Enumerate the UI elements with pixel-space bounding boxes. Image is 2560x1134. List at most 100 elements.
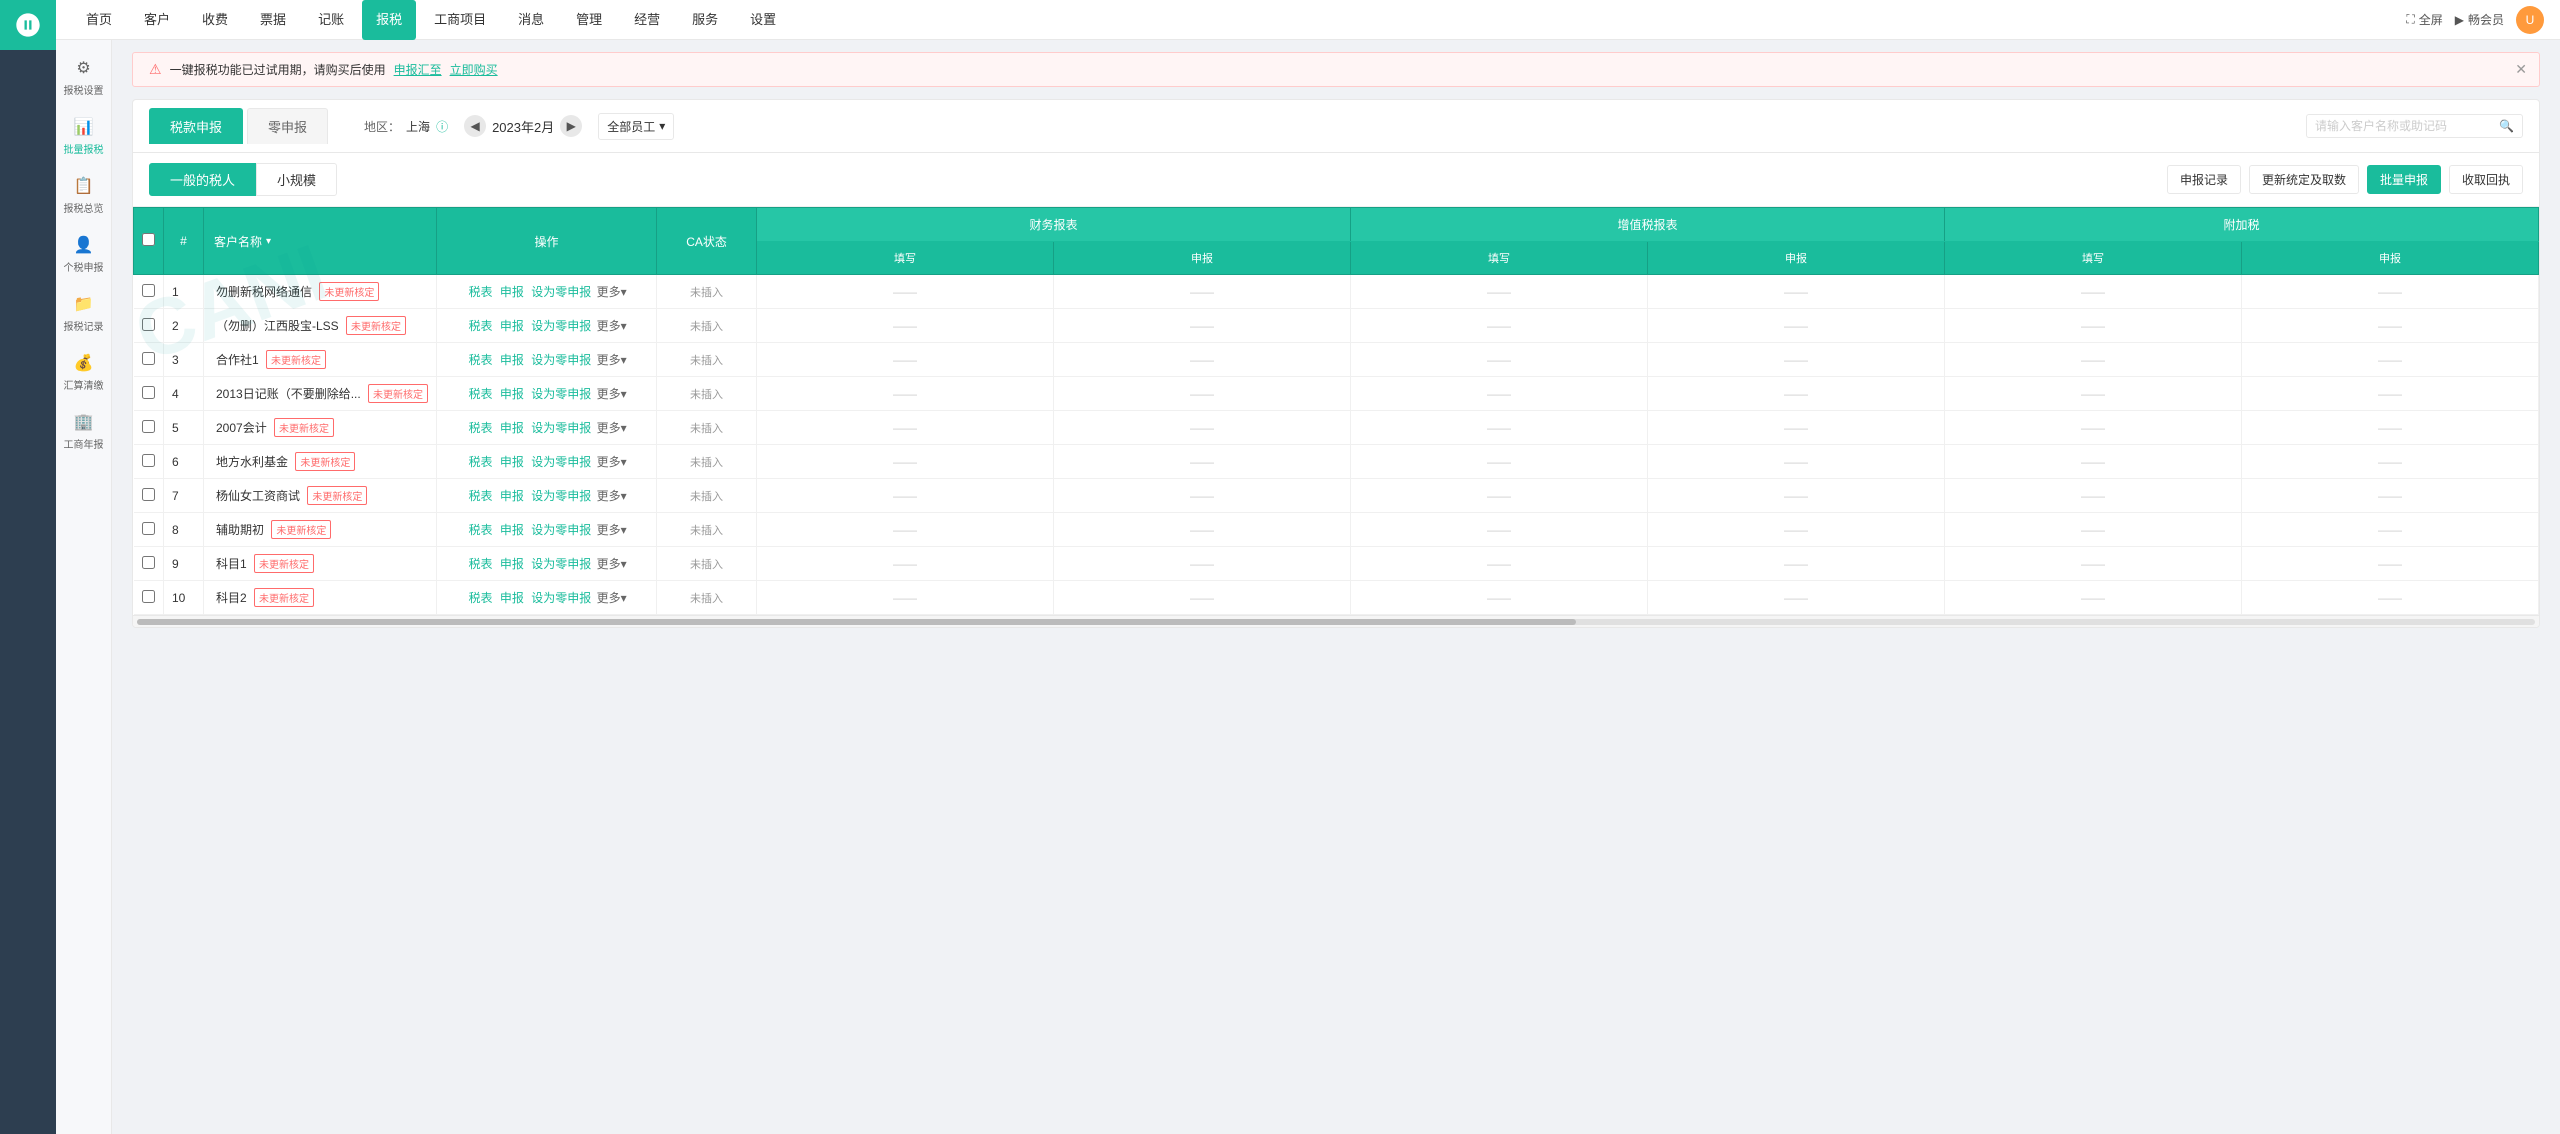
op-zero-7[interactable]: 设为零申报 xyxy=(531,523,591,537)
declare-summary-link[interactable]: 申报汇至 xyxy=(394,61,442,78)
op-zero-4[interactable]: 设为零申报 xyxy=(531,421,591,435)
row-checkbox-0[interactable] xyxy=(142,284,155,297)
op-zero-8[interactable]: 设为零申报 xyxy=(531,557,591,571)
op-taxform-7[interactable]: 税表 xyxy=(468,523,492,537)
tab-zero-declare[interactable]: 零申报 xyxy=(247,108,328,144)
sidebar-item-tax-overview[interactable]: 📋 报税总览 xyxy=(56,166,111,225)
op-more-6[interactable]: 更多▾ xyxy=(597,489,627,503)
nav-tax[interactable]: 报税 xyxy=(362,0,416,40)
op-taxform-5[interactable]: 税表 xyxy=(468,455,492,469)
search-icon[interactable]: 🔍 xyxy=(2499,119,2514,133)
row-checkbox-6[interactable] xyxy=(142,488,155,501)
buy-now-link[interactable]: 立即购买 xyxy=(450,61,498,78)
op-more-4[interactable]: 更多▾ xyxy=(597,421,627,435)
nav-message[interactable]: 消息 xyxy=(504,0,558,40)
row-checkbox-1[interactable] xyxy=(142,318,155,331)
table-row: 3 合作社1 未更新核定 税表 申报 设为零申报 更多▾ 未插入 —— —— —… xyxy=(134,343,2539,377)
nav-collect[interactable]: 收费 xyxy=(188,0,242,40)
op-taxform-0[interactable]: 税表 xyxy=(468,285,492,299)
nav-invoice[interactable]: 票据 xyxy=(246,0,300,40)
sidebar-item-tax-settings[interactable]: ⚙ 报税设置 xyxy=(56,48,111,107)
op-zero-2[interactable]: 设为零申报 xyxy=(531,353,591,367)
retrieve-back-button[interactable]: 收取回执 xyxy=(2449,165,2523,194)
op-declare-4[interactable]: 申报 xyxy=(500,421,524,435)
sidebar-item-tax-records[interactable]: 📁 报税记录 xyxy=(56,284,111,343)
type-tab-small[interactable]: 小规模 xyxy=(256,163,337,196)
nav-service[interactable]: 服务 xyxy=(678,0,732,40)
search-input[interactable] xyxy=(2315,119,2495,133)
op-zero-1[interactable]: 设为零申报 xyxy=(531,319,591,333)
nav-manage[interactable]: 管理 xyxy=(562,0,616,40)
op-zero-9[interactable]: 设为零申报 xyxy=(531,591,591,605)
row-checkbox-cell xyxy=(134,479,164,513)
op-taxform-8[interactable]: 税表 xyxy=(468,557,492,571)
sidebar-item-personal-tax[interactable]: 👤 个税申报 xyxy=(56,225,111,284)
update-stats-button[interactable]: 更新统定及取数 xyxy=(2249,165,2359,194)
banner-text: 一键报税功能已过试用期，请购买后使用 xyxy=(170,61,386,78)
op-declare-2[interactable]: 申报 xyxy=(500,353,524,367)
date-next-button[interactable]: ▶ xyxy=(560,115,582,137)
member-button[interactable]: ▶ 畅会员 xyxy=(2455,11,2504,28)
sidebar-item-calc-clear[interactable]: 💰 汇算清缴 xyxy=(56,343,111,402)
op-declare-0[interactable]: 申报 xyxy=(500,285,524,299)
sidebar-item-business-report[interactable]: 🏢 工商年报 xyxy=(56,402,111,461)
op-declare-7[interactable]: 申报 xyxy=(500,523,524,537)
banner-close-button[interactable]: ✕ xyxy=(2515,61,2527,78)
op-declare-3[interactable]: 申报 xyxy=(500,387,524,401)
nav-customer[interactable]: 客户 xyxy=(130,0,184,40)
op-more-1[interactable]: 更多▾ xyxy=(597,319,627,333)
op-declare-6[interactable]: 申报 xyxy=(500,489,524,503)
op-zero-6[interactable]: 设为零申报 xyxy=(531,489,591,503)
row-ca: 未插入 xyxy=(657,309,757,343)
op-taxform-2[interactable]: 税表 xyxy=(468,353,492,367)
nav-home[interactable]: 首页 xyxy=(72,0,126,40)
op-zero-0[interactable]: 设为零申报 xyxy=(531,285,591,299)
op-declare-8[interactable]: 申报 xyxy=(500,557,524,571)
op-taxform-9[interactable]: 税表 xyxy=(468,591,492,605)
op-zero-5[interactable]: 设为零申报 xyxy=(531,455,591,469)
row-checkbox-5[interactable] xyxy=(142,454,155,467)
row-checkbox-4[interactable] xyxy=(142,420,155,433)
nav-settings[interactable]: 设置 xyxy=(736,0,790,40)
row-checkbox-7[interactable] xyxy=(142,522,155,535)
op-taxform-1[interactable]: 税表 xyxy=(468,319,492,333)
avatar[interactable]: U xyxy=(2516,6,2544,34)
row-vat-declare: —— xyxy=(1648,479,1945,513)
dept-select[interactable]: 全部员工 ▾ xyxy=(598,113,674,140)
op-more-9[interactable]: 更多▾ xyxy=(597,591,627,605)
app-logo[interactable] xyxy=(0,0,56,50)
nav-accounting[interactable]: 记账 xyxy=(304,0,358,40)
horizontal-scrollbar[interactable] xyxy=(133,615,2539,627)
op-more-3[interactable]: 更多▾ xyxy=(597,387,627,401)
sidebar-item-batch-tax[interactable]: 📊 批量报税 xyxy=(56,107,111,166)
type-tab-general[interactable]: 一般的税人 xyxy=(149,163,256,196)
info-icon[interactable]: ⓘ xyxy=(436,118,448,135)
op-zero-3[interactable]: 设为零申报 xyxy=(531,387,591,401)
row-checkbox-2[interactable] xyxy=(142,352,155,365)
date-prev-button[interactable]: ◀ xyxy=(464,115,486,137)
op-taxform-3[interactable]: 税表 xyxy=(468,387,492,401)
batch-declare-button[interactable]: 批量申报 xyxy=(2367,165,2441,194)
op-more-0[interactable]: 更多▾ xyxy=(597,285,627,299)
row-checkbox-3[interactable] xyxy=(142,386,155,399)
select-all-checkbox[interactable] xyxy=(142,233,155,246)
tax-area: 税款申报 零申报 地区： 上海 ⓘ ◀ 2023年2月 ▶ 全部员工 xyxy=(132,99,2540,628)
fullscreen-button[interactable]: ⛶ 全屏 xyxy=(2406,11,2442,28)
op-declare-1[interactable]: 申报 xyxy=(500,319,524,333)
op-declare-9[interactable]: 申报 xyxy=(500,591,524,605)
declare-records-button[interactable]: 申报记录 xyxy=(2167,165,2241,194)
op-more-7[interactable]: 更多▾ xyxy=(597,523,627,537)
op-more-8[interactable]: 更多▾ xyxy=(597,557,627,571)
op-taxform-6[interactable]: 税表 xyxy=(468,489,492,503)
row-checkbox-9[interactable] xyxy=(142,590,155,603)
main-content: ⚠ 一键报税功能已过试用期，请购买后使用 申报汇至 立即购买 ✕ 税款申报 零申… xyxy=(112,40,2560,1134)
tab-tax-declare[interactable]: 税款申报 xyxy=(149,108,243,144)
op-taxform-4[interactable]: 税表 xyxy=(468,421,492,435)
op-declare-5[interactable]: 申报 xyxy=(500,455,524,469)
op-more-2[interactable]: 更多▾ xyxy=(597,353,627,367)
nav-business[interactable]: 工商项目 xyxy=(420,0,500,40)
nav-operation[interactable]: 经营 xyxy=(620,0,674,40)
row-vat-fill: —— xyxy=(1351,411,1648,445)
op-more-5[interactable]: 更多▾ xyxy=(597,455,627,469)
row-checkbox-8[interactable] xyxy=(142,556,155,569)
